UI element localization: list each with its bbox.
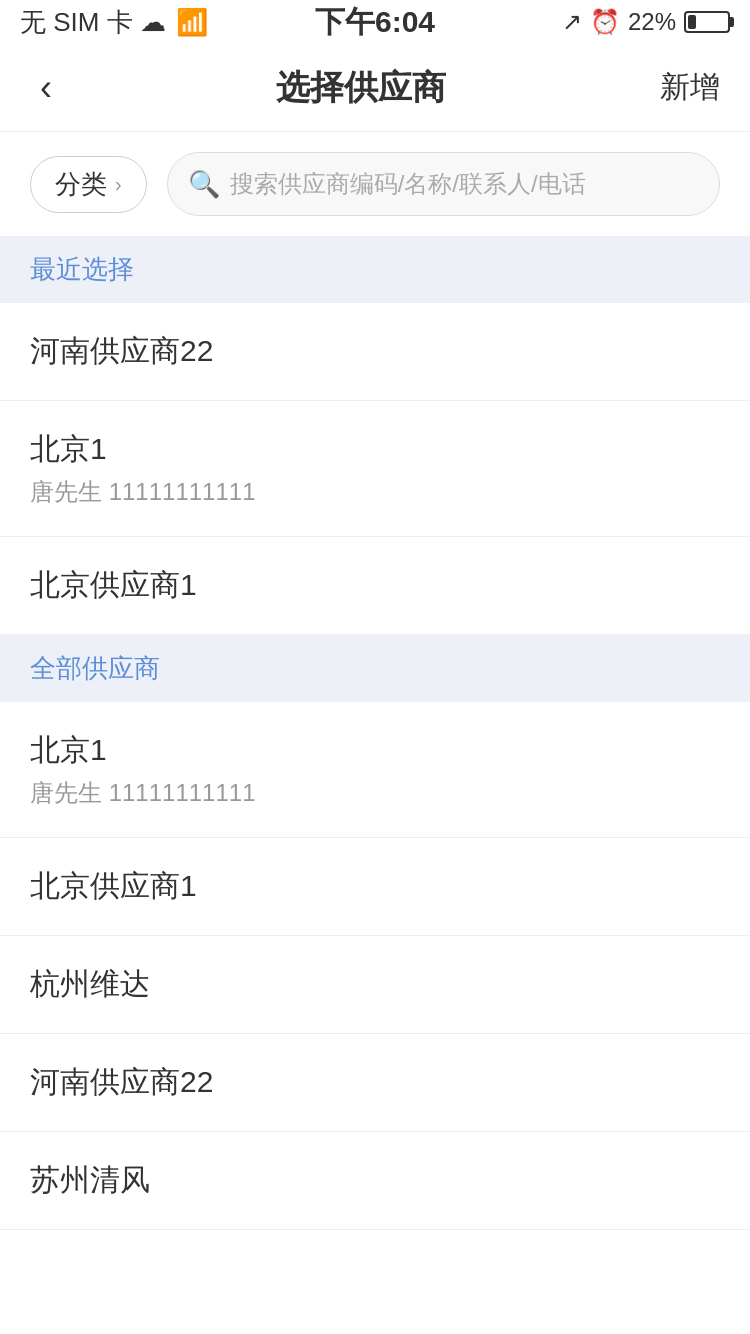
item-name: 北京1 (30, 429, 720, 470)
search-input-placeholder: 搜索供应商编码/名称/联系人/电话 (230, 168, 586, 200)
item-sub: 唐先生 11111111111 (30, 476, 720, 508)
status-left: 无 SIM 卡 ☁ 📶 (20, 5, 208, 40)
item-name: 杭州维达 (30, 964, 720, 1005)
search-icon: 🔍 (188, 169, 220, 200)
category-label: 分类 (55, 167, 107, 202)
battery-label: 22% (628, 8, 676, 36)
all-section-header: 全部供应商 (0, 635, 750, 702)
battery-icon (684, 11, 730, 33)
sim-label: 无 SIM 卡 ☁ (20, 5, 166, 40)
list-item[interactable]: 北京1 唐先生 11111111111 (0, 702, 750, 838)
all-section-label: 全部供应商 (30, 653, 160, 683)
wifi-icon: 📶 (176, 7, 208, 38)
category-chevron-icon: › (115, 173, 122, 196)
page-title: 选择供应商 (276, 65, 446, 111)
location-icon: ↗ (562, 8, 582, 36)
item-name: 北京供应商1 (30, 565, 720, 606)
alarm-icon: ⏰ (590, 8, 620, 36)
back-button[interactable]: ‹ (30, 57, 62, 119)
item-sub: 唐先生 11111111111 (30, 777, 720, 809)
list-item[interactable]: 苏州清风 (0, 1132, 750, 1230)
list-item[interactable]: 北京1 唐先生 11111111111 (0, 401, 750, 537)
item-name: 北京供应商1 (30, 866, 720, 907)
category-filter-button[interactable]: 分类 › (30, 156, 147, 213)
recent-section-label: 最近选择 (30, 254, 134, 284)
item-name: 河南供应商22 (30, 331, 720, 372)
item-name: 苏州清风 (30, 1160, 720, 1201)
list-item[interactable]: 河南供应商22 (0, 303, 750, 401)
all-list: 北京1 唐先生 11111111111 北京供应商1 杭州维达河南供应商22 苏州清风 (0, 702, 750, 1230)
recent-section-header: 最近选择 (0, 236, 750, 303)
status-right: ↗ ⏰ 22% (562, 8, 730, 36)
nav-bar: ‹ 选择供应商 新增 (0, 44, 750, 132)
list-item[interactable]: 北京供应商1 (0, 838, 750, 936)
list-item[interactable]: 杭州维达 (0, 936, 750, 1034)
list-item[interactable]: 北京供应商1 (0, 537, 750, 635)
item-name: 河南供应商22 (30, 1062, 720, 1103)
item-name: 北京1 (30, 730, 720, 771)
list-item[interactable]: 河南供应商22 (0, 1034, 750, 1132)
search-box[interactable]: 🔍 搜索供应商编码/名称/联系人/电话 (167, 152, 720, 216)
recent-list: 河南供应商22 北京1 唐先生 11111111111 北京供应商1 (0, 303, 750, 635)
status-bar: 无 SIM 卡 ☁ 📶 下午6:04 ↗ ⏰ 22% (0, 0, 750, 44)
filter-bar: 分类 › 🔍 搜索供应商编码/名称/联系人/电话 (0, 132, 750, 236)
add-button[interactable]: 新增 (660, 67, 720, 108)
status-time: 下午6:04 (315, 2, 435, 43)
